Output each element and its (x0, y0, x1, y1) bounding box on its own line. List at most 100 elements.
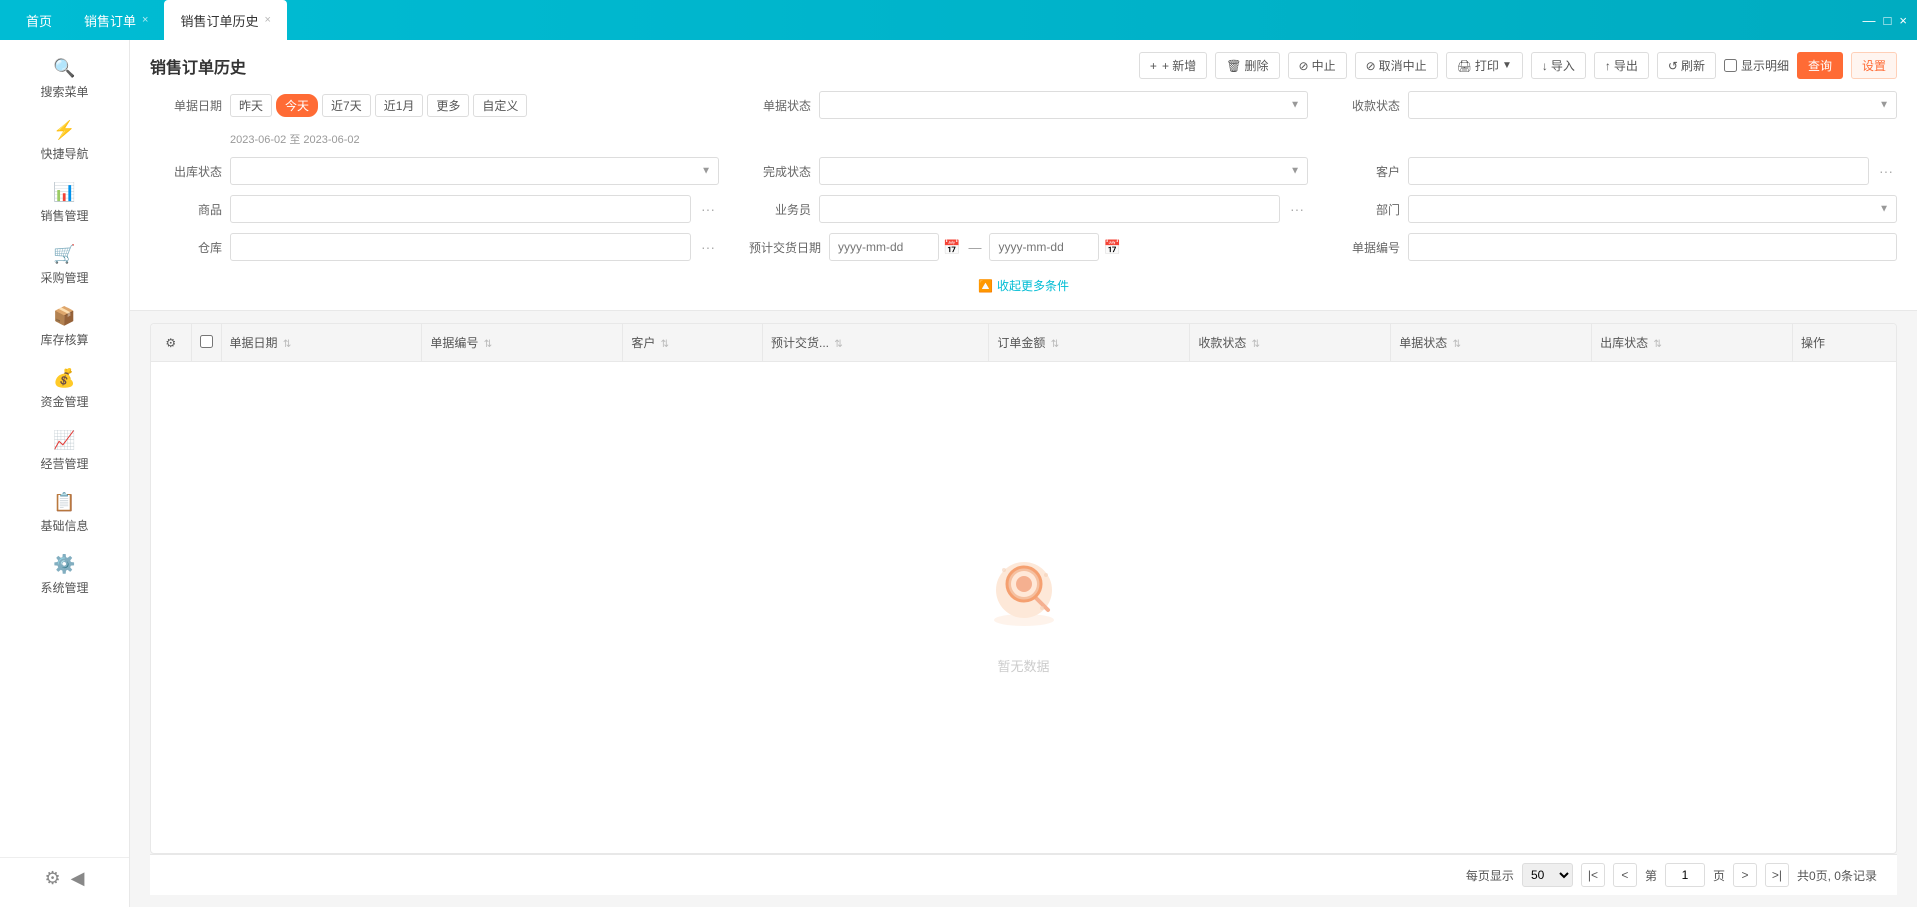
product-input[interactable] (230, 195, 691, 223)
stop-button[interactable]: ⊘ 中止 (1288, 52, 1347, 79)
date-btn-yesterday[interactable]: 昨天 (230, 94, 272, 117)
sidebar-item-search-menu-label: 搜索菜单 (40, 83, 88, 100)
customer-dots-icon[interactable]: ··· (1875, 163, 1897, 179)
tab-home[interactable]: 首页 (10, 0, 68, 40)
order-no-input[interactable] (1408, 233, 1897, 261)
page-size-select[interactable]: 50 20 100 (1522, 863, 1573, 887)
sidebar-item-stock-mgmt[interactable]: 📦 库存核算 (0, 296, 129, 358)
next-page-button[interactable]: > (1733, 863, 1757, 887)
delete-button[interactable]: 🗑 删除 (1215, 52, 1279, 79)
warehouse-dots-icon[interactable]: ··· (697, 239, 719, 255)
sidebar-item-search-menu[interactable]: 🔍 搜索菜单 (0, 48, 129, 110)
complete-status-control: ▼ (819, 157, 1308, 185)
date-btn-7days[interactable]: 近7天 (322, 94, 371, 117)
sidebar-item-quick-nav[interactable]: ⚡ 快捷导航 (0, 110, 129, 172)
print-button[interactable]: 🖨 打印 ▼ (1446, 52, 1523, 79)
new-label: + 新增 (1162, 57, 1196, 74)
product-dots-icon[interactable]: ··· (697, 201, 719, 217)
th-settings[interactable]: ⚙ (151, 324, 191, 362)
stop-icon: ⊘ (1299, 59, 1309, 73)
sidebar-item-system-mgmt[interactable]: ⚙️ 系统管理 (0, 544, 129, 606)
page-input[interactable] (1665, 863, 1705, 887)
last-page-button[interactable]: >| (1765, 863, 1789, 887)
settings-button[interactable]: 设置 (1851, 52, 1897, 79)
sidebar-item-basic-info[interactable]: 📋 基础信息 (0, 482, 129, 544)
filter-row-1: 单据日期 昨天 今天 近7天 近1月 更多 自定义 (150, 91, 1897, 119)
warehouse-label: 仓库 (150, 239, 230, 256)
th-date[interactable]: 单据日期 ⇅ (221, 324, 422, 362)
receipt-status-select[interactable] (1408, 91, 1897, 119)
sidebar-item-operation-mgmt-label: 经营管理 (40, 455, 88, 472)
date-btn-today[interactable]: 今天 (276, 94, 318, 117)
outstock-status-select[interactable] (230, 157, 719, 185)
display-detail-checkbox[interactable] (1724, 59, 1737, 72)
display-detail-check[interactable]: 显示明细 (1724, 57, 1789, 74)
expected-delivery-start[interactable] (829, 233, 939, 261)
th-order-no[interactable]: 单据编号 ⇅ (422, 324, 623, 362)
purchase-mgmt-icon: 🛒 (53, 244, 75, 265)
settings-label: 设置 (1862, 57, 1886, 74)
window-controls: — □ × (1863, 13, 1907, 28)
filter-row-2: 出库状态 ▼ 完成状态 (150, 157, 1897, 185)
sidebar-collapse-icon[interactable]: ◀ (71, 868, 85, 889)
cancel-stop-button[interactable]: ⊘ 取消中止 (1355, 52, 1438, 79)
th-checkbox[interactable] (191, 324, 221, 362)
sidebar-settings-icon[interactable]: ⚙ (45, 868, 61, 889)
th-order-status-label: 单据状态 (1399, 336, 1447, 350)
outstock-status-control: ▼ (230, 157, 719, 185)
warehouse-control: ··· (230, 233, 719, 261)
warehouse-input[interactable] (230, 233, 691, 261)
sidebar-item-system-mgmt-label: 系统管理 (40, 579, 88, 596)
sidebar-item-operation-mgmt[interactable]: 📈 经营管理 (0, 420, 129, 482)
prev-page-button[interactable]: < (1613, 863, 1637, 887)
filter-row-4: 仓库 ··· 预计交货日期 📅 — 📅 (150, 233, 1897, 261)
sidebar-item-purchase-mgmt[interactable]: 🛒 采购管理 (0, 234, 129, 296)
window-restore[interactable]: □ (1884, 13, 1892, 28)
expected-delivery-end[interactable] (989, 233, 1099, 261)
date-btn-1month[interactable]: 近1月 (375, 94, 424, 117)
refresh-button[interactable]: ↺ 刷新 (1657, 52, 1716, 79)
th-order-status[interactable]: 单据状态 ⇅ (1391, 324, 1592, 362)
customer-input[interactable] (1408, 157, 1869, 185)
top-bar: 首页 销售订单 × 销售订单历史 × — □ × (0, 0, 1917, 40)
new-button[interactable]: + + 新增 (1139, 52, 1207, 79)
th-receipt-status[interactable]: 收款状态 ⇅ (1190, 324, 1391, 362)
first-page-button[interactable]: |< (1581, 863, 1605, 887)
th-customer[interactable]: 客户 ⇅ (623, 324, 763, 362)
window-minimize[interactable]: — (1863, 13, 1876, 28)
salesman-input[interactable] (819, 195, 1280, 223)
date-btn-custom[interactable]: 自定义 (473, 94, 527, 117)
tab-sales-order[interactable]: 销售订单 × (68, 0, 164, 40)
calendar-end-icon[interactable]: 📅 (1103, 239, 1120, 256)
sidebar-item-sales-mgmt[interactable]: 📊 销售管理 (0, 172, 129, 234)
tab-sales-order-history-close[interactable]: × (264, 14, 270, 26)
department-select[interactable] (1408, 195, 1897, 223)
window-close[interactable]: × (1899, 13, 1907, 28)
th-expected-delivery[interactable]: 预计交货... ⇅ (762, 324, 988, 362)
search-menu-icon: 🔍 (53, 58, 75, 79)
product-label: 商品 (150, 201, 230, 218)
export-button[interactable]: ↑ 导出 (1594, 52, 1649, 79)
tab-sales-order-history[interactable]: 销售订单历史 × (164, 0, 286, 40)
select-all-checkbox[interactable] (200, 335, 213, 348)
page-title-row: 销售订单历史 + + 新增 🗑 删除 ⊘ 中止 ⊘ (150, 52, 1897, 79)
date-btn-more[interactable]: 更多 (427, 94, 469, 117)
filter-row-3: 商品 ··· 业务员 ··· 部门 (150, 195, 1897, 223)
import-button[interactable]: ↓ 导入 (1531, 52, 1586, 79)
tab-sales-order-close[interactable]: × (142, 14, 148, 26)
th-expected-delivery-sort-icon: ⇅ (834, 339, 842, 350)
salesman-dots-icon[interactable]: ··· (1286, 201, 1308, 217)
th-date-sort-icon: ⇅ (283, 339, 291, 350)
th-outstock-status[interactable]: 出库状态 ⇅ (1592, 324, 1793, 362)
capital-mgmt-icon: 💰 (53, 368, 75, 389)
th-order-amount[interactable]: 订单金额 ⇅ (989, 324, 1190, 362)
collapse-row[interactable]: 🔼 收起更多条件 (150, 271, 1897, 300)
complete-status-select[interactable] (819, 157, 1308, 185)
order-status-select[interactable] (819, 91, 1308, 119)
filter-cell-receipt-status: 收款状态 ▼ (1328, 91, 1897, 119)
query-button[interactable]: 查询 (1797, 52, 1843, 79)
calendar-start-icon[interactable]: 📅 (943, 239, 960, 256)
date-filter-control: 昨天 今天 近7天 近1月 更多 自定义 (230, 94, 719, 117)
sidebar-item-capital-mgmt[interactable]: 💰 资金管理 (0, 358, 129, 420)
salesman-control: ··· (819, 195, 1308, 223)
